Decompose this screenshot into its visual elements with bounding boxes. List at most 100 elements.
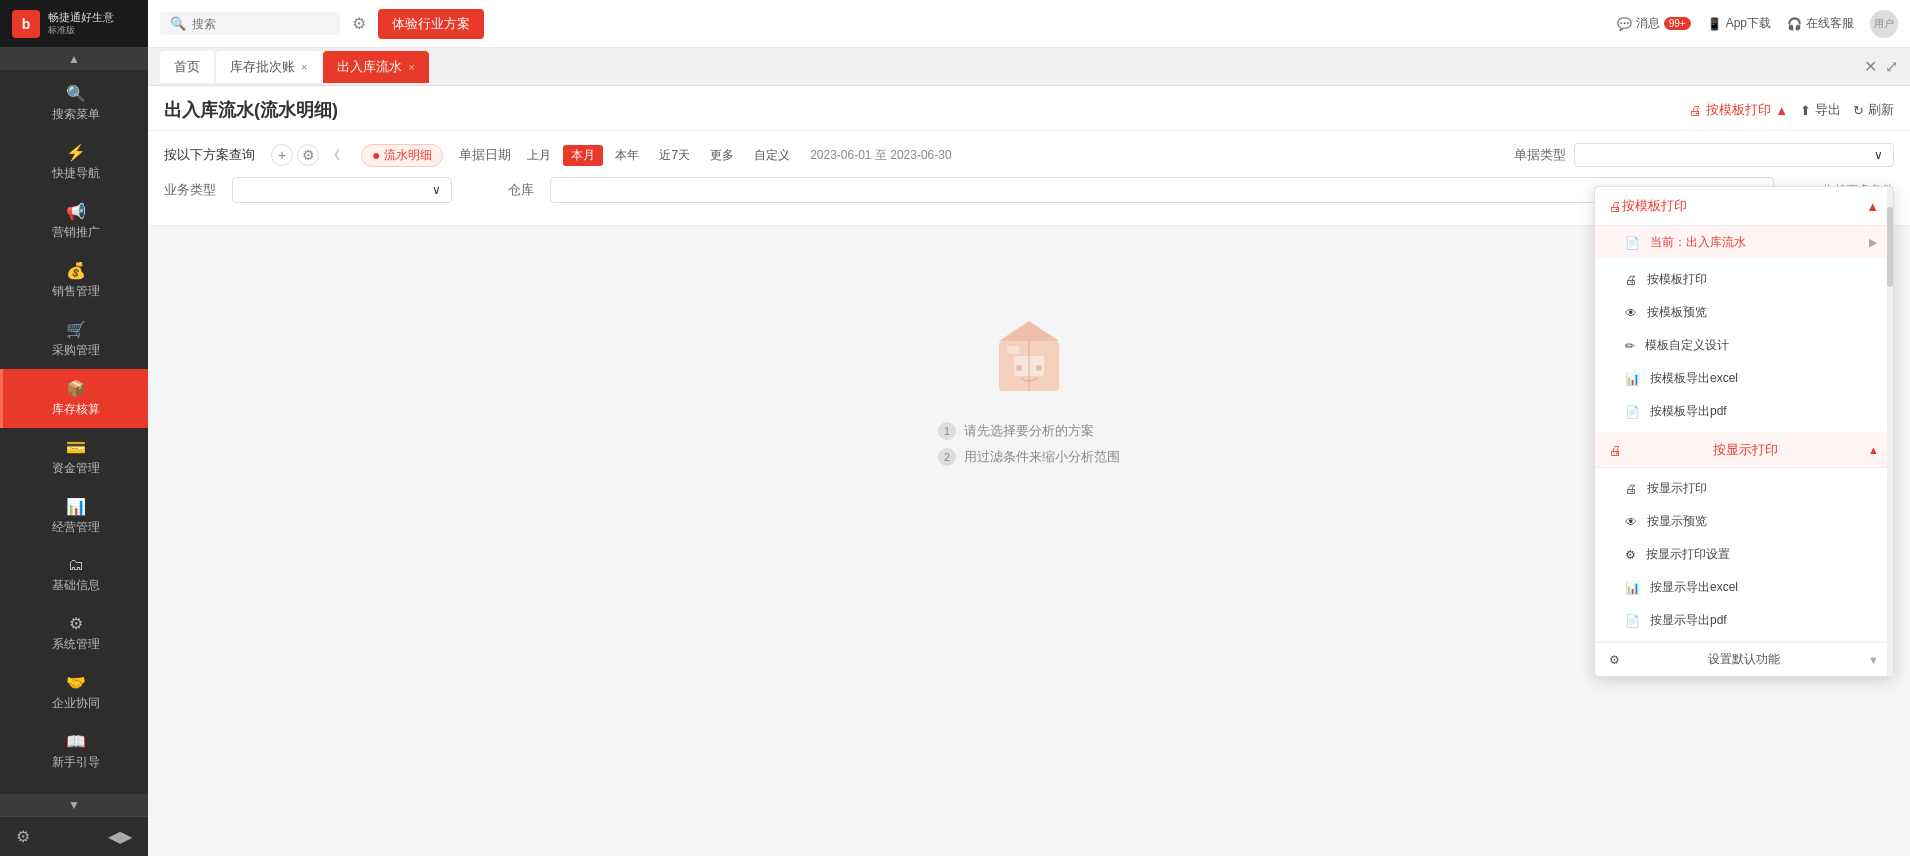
sidebar-collapse-icon[interactable]: ◀▶ xyxy=(108,827,132,846)
date-filter: 单据日期 上月 本月 本年 近7天 更多 自定义 2023-06-01 至 20… xyxy=(459,145,951,166)
sidebar-item-label: 库存核算 xyxy=(52,401,100,418)
excel-icon: 📊 xyxy=(1625,372,1640,386)
user-avatar[interactable]: 用户 xyxy=(1870,10,1898,38)
sidebar-item-finance[interactable]: 💳 资金管理 xyxy=(0,428,148,487)
display-excel-label: 按显示导出excel xyxy=(1650,579,1738,596)
flow-detail-tag[interactable]: ● 流水明细 xyxy=(361,144,443,167)
messages-badge: 99+ xyxy=(1664,17,1691,30)
template-custom-label: 模板自定义设计 xyxy=(1645,337,1729,354)
date-shortcut-custom[interactable]: 自定义 xyxy=(746,145,798,166)
sidebar-item-operations[interactable]: 📊 经营管理 xyxy=(0,487,148,546)
voucher-type-select[interactable]: ∨ xyxy=(1574,143,1894,167)
filter-gear-icon: ⚙ xyxy=(302,147,315,163)
export-button[interactable]: ⬆ 导出 xyxy=(1800,101,1841,119)
refresh-label: 刷新 xyxy=(1868,101,1894,119)
purchase-icon: 🛒 xyxy=(66,320,86,339)
tab-flow-close-icon[interactable]: × xyxy=(408,61,414,73)
tutorial-icon: 📖 xyxy=(66,732,86,751)
refresh-icon: ↻ xyxy=(1853,103,1864,118)
tab-home[interactable]: 首页 xyxy=(160,51,214,83)
date-shortcut-7days[interactable]: 近7天 xyxy=(651,145,698,166)
dropdown-template-export-excel[interactable]: 📊 按模板导出excel xyxy=(1595,362,1893,395)
sidebar-item-system[interactable]: ⚙ 系统管理 xyxy=(0,604,148,663)
tab-batch-close-icon[interactable]: × xyxy=(301,61,307,73)
search-input[interactable] xyxy=(192,17,312,31)
app-download-button[interactable]: 📱 App下载 xyxy=(1707,15,1771,32)
export-label: 导出 xyxy=(1815,101,1841,119)
window-maximize-icon[interactable]: ⤢ xyxy=(1885,57,1898,76)
dropdown-display-print[interactable]: 🖨 按显示打印 xyxy=(1595,472,1893,505)
sidebar-item-tutorial[interactable]: 📖 新手引导 xyxy=(0,722,148,781)
sidebar-item-marketing[interactable]: 📢 营销推广 xyxy=(0,192,148,251)
tab-inventory-flow[interactable]: 出入库流水 × xyxy=(323,51,428,83)
biz-chevron-icon: ∨ xyxy=(432,183,441,197)
dropdown-template-print[interactable]: 🖨 按模板打印 xyxy=(1595,263,1893,296)
display-section-header[interactable]: 🖨 按显示打印 ▲ xyxy=(1595,433,1893,468)
biz-type-select[interactable]: ∨ xyxy=(232,177,452,203)
date-shortcut-more[interactable]: 更多 xyxy=(702,145,742,166)
template-custom-icon: ✏ xyxy=(1625,339,1635,353)
window-close-icon[interactable]: ✕ xyxy=(1864,57,1877,76)
sidebar-item-basicinfo[interactable]: 🗂 基础信息 xyxy=(0,546,148,604)
customer-service-label: 在线客服 xyxy=(1806,15,1854,32)
sidebar-item-purchase[interactable]: 🛒 采购管理 xyxy=(0,310,148,369)
app-edition: 标准版 xyxy=(48,24,114,37)
dropdown-print-icon: 🖨 xyxy=(1609,199,1622,214)
dropdown-display-export-pdf[interactable]: 📄 按显示导出pdf xyxy=(1595,604,1893,637)
refresh-button[interactable]: ↻ 刷新 xyxy=(1853,101,1894,119)
date-shortcut-this-month[interactable]: 本月 xyxy=(563,145,603,166)
phone-icon: 📱 xyxy=(1707,17,1722,31)
dropdown-template-preview[interactable]: 👁 按模板预览 xyxy=(1595,296,1893,329)
dropdown-template-export-pdf[interactable]: 📄 按模板导出pdf xyxy=(1595,395,1893,428)
default-func-icon: ⚙ xyxy=(1609,653,1620,667)
filter-add-button[interactable]: + xyxy=(271,144,293,166)
customer-service-button[interactable]: 🎧 在线客服 xyxy=(1787,15,1854,32)
topbar-search-box[interactable]: 🔍 xyxy=(160,12,340,35)
sidebar-item-search[interactable]: 🔍 搜索菜单 xyxy=(0,74,148,133)
dropdown-display-preview[interactable]: 👁 按显示预览 xyxy=(1595,505,1893,538)
filter-collapse-button[interactable]: 《 xyxy=(323,144,345,166)
tab-batch-label: 库存批次账 xyxy=(230,58,295,76)
dropdown-display-settings[interactable]: ⚙ 按显示打印设置 xyxy=(1595,538,1893,571)
display-preview-icon: 👁 xyxy=(1625,515,1637,529)
sidebar-settings-icon[interactable]: ⚙ xyxy=(16,827,30,846)
filter-settings-button[interactable]: ⚙ xyxy=(297,144,319,166)
sidebar-item-label: 经营管理 xyxy=(52,519,100,536)
template-print-button[interactable]: 🖨 按模板打印 ▲ xyxy=(1689,101,1788,119)
topbar-gear-icon[interactable]: ⚙ xyxy=(352,14,366,33)
dropdown-template-custom[interactable]: ✏ 模板自定义设计 xyxy=(1595,329,1893,362)
inventory-icon: 📦 xyxy=(66,379,86,398)
template-pdf-label: 按模板导出pdf xyxy=(1650,403,1727,420)
quicknav-icon: ⚡ xyxy=(66,143,86,162)
sidebar-item-appcenter[interactable]: 🛍 应用中心 xyxy=(0,781,148,794)
voucher-type-filter: 单据类型 ∨ xyxy=(1514,143,1894,167)
message-icon: 💬 xyxy=(1617,17,1632,31)
display-preview-label: 按显示预览 xyxy=(1647,513,1707,530)
date-shortcut-last-month[interactable]: 上月 xyxy=(519,145,559,166)
date-shortcut-this-year[interactable]: 本年 xyxy=(607,145,647,166)
sidebar-item-sales[interactable]: 💰 销售管理 xyxy=(0,251,148,310)
dropdown-current-item[interactable]: 📄 当前：出入库流水 ▶ xyxy=(1595,226,1893,259)
sidebar-item-label: 快捷导航 xyxy=(52,165,100,182)
sidebar-item-enterprise[interactable]: 🤝 企业协同 xyxy=(0,663,148,722)
panel-scrollbar-thumb xyxy=(1887,207,1893,287)
sidebar-scroll-up[interactable]: ▲ xyxy=(0,48,148,70)
tab-batch-ledger[interactable]: 库存批次账 × xyxy=(216,51,321,83)
warehouse-select[interactable]: ··· xyxy=(550,177,1774,203)
messages-button[interactable]: 💬 消息 99+ xyxy=(1617,15,1691,32)
sidebar-item-label: 系统管理 xyxy=(52,636,100,653)
sidebar-item-quicknav[interactable]: ⚡ 快捷导航 xyxy=(0,133,148,192)
sidebar-item-inventory[interactable]: 📦 库存核算 xyxy=(0,369,148,428)
page-title: 出入库流水(流水明细) xyxy=(164,98,338,122)
dropdown-header[interactable]: 🖨 按模板打印 ▲ xyxy=(1595,187,1893,226)
current-label: 当前：出入库流水 xyxy=(1650,234,1746,251)
industry-solution-button[interactable]: 体验行业方案 xyxy=(378,9,484,39)
sidebar-scroll-down[interactable]: ▼ xyxy=(0,794,148,816)
dropdown-display-export-excel[interactable]: 📊 按显示导出excel xyxy=(1595,571,1893,604)
sidebar-item-label: 基础信息 xyxy=(52,577,100,594)
step-1-number: 1 xyxy=(938,422,956,440)
printer-icon: 🖨 xyxy=(1689,103,1702,118)
dropdown-default-func[interactable]: ⚙ 设置默认功能 ▼ xyxy=(1595,642,1893,676)
warehouse-label: 仓库 xyxy=(508,181,534,199)
user-name: 用户 xyxy=(1874,17,1894,31)
